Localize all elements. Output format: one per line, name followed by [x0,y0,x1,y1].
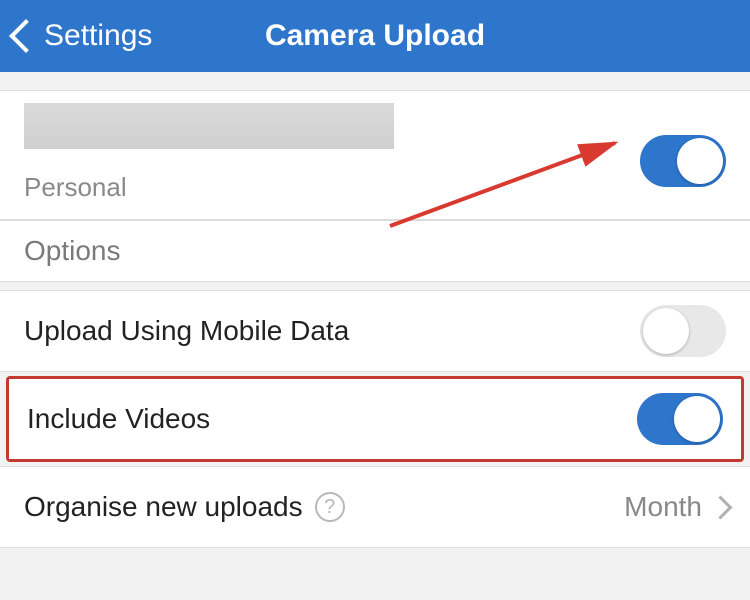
spacer [0,548,750,566]
navigation-header: Settings Camera Upload [0,0,750,72]
back-label: Settings [44,19,152,53]
include-videos-row[interactable]: Include Videos [9,379,741,459]
annotation-highlight-box: Include Videos [6,376,744,462]
spacer [0,282,750,290]
include-videos-label: Include Videos [27,403,210,435]
camera-upload-toggle[interactable] [640,135,726,187]
mobile-data-label: Upload Using Mobile Data [24,315,349,347]
spacer [0,72,750,90]
chevron-left-icon [8,18,28,54]
account-row: Personal [0,90,750,220]
mobile-data-row[interactable]: Upload Using Mobile Data [0,290,750,372]
help-icon[interactable]: ? [315,492,345,522]
chevron-right-icon [712,495,726,519]
organise-uploads-text: Organise new uploads [24,491,303,523]
organise-uploads-value: Month [624,491,726,523]
account-subtitle: Personal [24,172,127,203]
include-videos-toggle[interactable] [637,393,723,445]
options-header: Options [0,220,750,282]
organise-uploads-row[interactable]: Organise new uploads ? Month [0,466,750,548]
back-button[interactable]: Settings [8,0,152,72]
organise-uploads-value-text: Month [624,491,702,523]
organise-uploads-label: Organise new uploads ? [24,491,345,523]
mobile-data-toggle[interactable] [640,305,726,357]
account-name-redacted [24,103,394,149]
